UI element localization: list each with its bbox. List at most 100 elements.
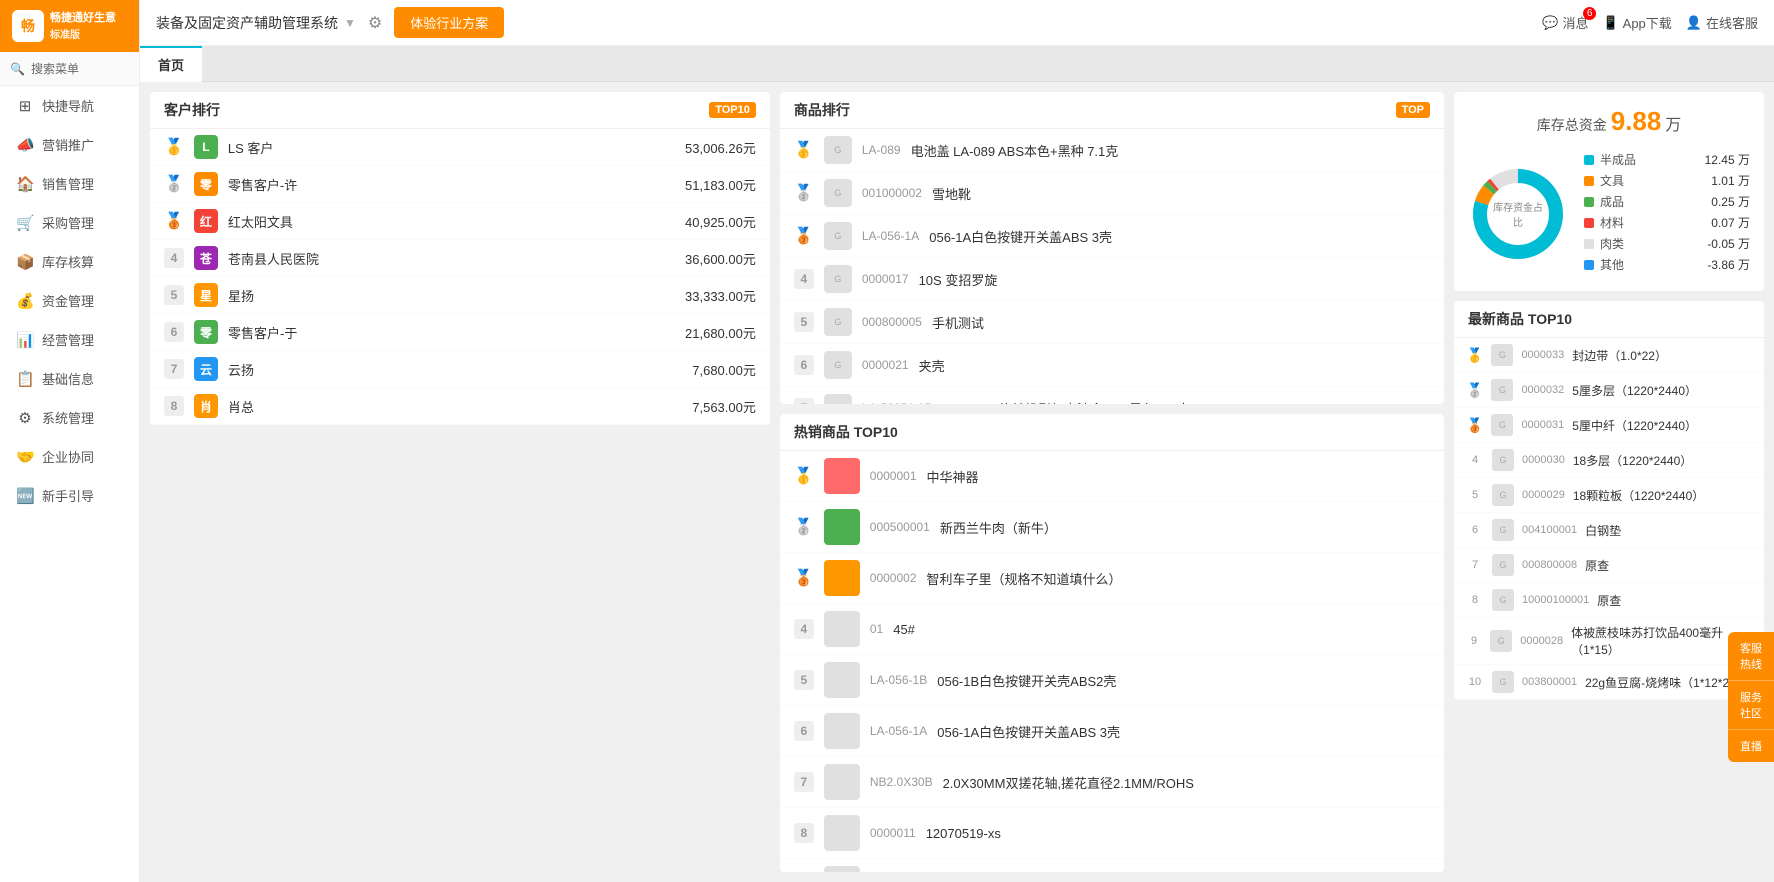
- rank-avatar: 肖: [194, 394, 218, 418]
- rank-avatar: 星: [194, 283, 218, 307]
- new-product-item: 🥈 G 0000032 5厘多层（1220*2440）: [1454, 373, 1764, 408]
- product-name: 体被蔗枝味苏打饮品400毫升（1*15）: [1571, 624, 1752, 658]
- customer-ranking-header: 客户排行 TOP10: [150, 92, 770, 129]
- customer-ranking-list: 🥇 L LS 客户 53,006.26元 🥈 零 零售客户-许: [150, 129, 770, 425]
- rank-value: 21,680.00元: [685, 323, 756, 342]
- product-name: 手机测试: [932, 313, 984, 332]
- donut-chart: 库存资金占比: [1468, 164, 1568, 264]
- search-icon: 🔍: [10, 62, 25, 76]
- customer-ranking-card: 客户排行 TOP10 🥇 L LS 客户 53,006.26元: [150, 92, 770, 425]
- legend-value: 12.45 万: [1705, 151, 1750, 168]
- sidebar-item-inventory[interactable]: 📦 库存核算: [0, 242, 139, 281]
- sidebar-item-sales[interactable]: 🏠 销售管理: [0, 164, 139, 203]
- nav-icon-quick: ⊞: [16, 97, 34, 115]
- legend-value: 1.01 万: [1711, 172, 1750, 189]
- sidebar-subtitle: 标准版: [50, 26, 116, 41]
- product-name: 18多层（1220*2440）: [1573, 452, 1692, 469]
- rank-number: 5: [164, 285, 184, 305]
- legend-item: 其他 -3.86 万: [1584, 256, 1750, 273]
- rank-name: 肖总: [228, 397, 682, 416]
- product-code: 0000030: [1522, 454, 1565, 466]
- customer-service-button[interactable]: 客服热线: [1728, 632, 1774, 681]
- search-menu[interactable]: 🔍 搜索菜单: [0, 52, 139, 86]
- rank-value: 51,183.00元: [685, 175, 756, 194]
- rank-number: 6: [1466, 524, 1484, 536]
- sidebar-item-finance[interactable]: 💰 资金管理: [0, 281, 139, 320]
- rank-value: 7,563.00元: [692, 397, 756, 416]
- product-code: 01: [870, 622, 883, 636]
- rank-number: 4: [164, 248, 184, 268]
- product-rank-item: 🥇 G LA-089 电池盖 LA-089 ABS本色+黑种 7.1克: [780, 129, 1444, 172]
- inventory-total: 库存总资金 9.88 万: [1468, 106, 1750, 137]
- logo-icon: 畅: [12, 10, 44, 42]
- rank-number: 8: [1466, 594, 1484, 606]
- settings-icon[interactable]: ⚙: [368, 13, 382, 33]
- product-code: 0000011: [870, 826, 916, 840]
- rank-name: LS 客户: [228, 138, 675, 157]
- product-name: 056-1A白色按键开关盖ABS 3壳: [937, 722, 1120, 741]
- product-image: [824, 662, 860, 698]
- trial-button[interactable]: 体验行业方案: [394, 7, 504, 38]
- rank-item: 🥉 红 红太阳文具 40,925.00元: [150, 203, 770, 240]
- product-name: 12070519-xs: [926, 826, 1001, 841]
- donut-label: 库存资金占比: [1493, 199, 1543, 229]
- product-image: G: [1490, 630, 1512, 652]
- sidebar-item-basics[interactable]: 📋 基础信息: [0, 359, 139, 398]
- sidebar-item-operations[interactable]: 📊 经营管理: [0, 320, 139, 359]
- nav-icon-marketing: 📣: [16, 136, 34, 154]
- live-broadcast-button[interactable]: 直播: [1728, 730, 1774, 762]
- product-image: [824, 611, 860, 647]
- sidebar-title: 畅捷通好生意: [50, 11, 116, 25]
- service-community-button[interactable]: 服务社区: [1728, 681, 1774, 730]
- rank-number: 6: [164, 322, 184, 342]
- product-image: [824, 713, 860, 749]
- online-service-button[interactable]: 👤 在线客服: [1686, 13, 1758, 32]
- legend-label: 肉类: [1600, 235, 1701, 252]
- product-name: 22g鱼豆腐-烧烤味（1*12*20）: [1585, 674, 1748, 691]
- product-name: 原查: [1585, 557, 1609, 574]
- rank-value: 40,925.00元: [685, 212, 756, 231]
- sidebar-item-guide[interactable]: 🆕 新手引导: [0, 476, 139, 515]
- product-image: G: [1492, 589, 1514, 611]
- rank-name: 苍南县人民医院: [228, 249, 675, 268]
- product-ranking-mid-badge: TOP: [1396, 102, 1430, 118]
- message-button[interactable]: 💬 消息 6: [1542, 13, 1588, 32]
- sidebar-item-purchase[interactable]: 🛒 采购管理: [0, 203, 139, 242]
- legend-value: 0.25 万: [1711, 193, 1750, 210]
- nav-icon-finance: 💰: [16, 292, 34, 310]
- rank-item: 🥈 零 零售客户-许 51,183.00元: [150, 166, 770, 203]
- product-name: 18颗粒板（1220*2440）: [1573, 487, 1704, 504]
- legend-label: 成品: [1600, 193, 1705, 210]
- nav-icon-guide: 🆕: [16, 487, 34, 505]
- main-area: 装备及固定资产辅助管理系统 ▼ ⚙ 体验行业方案 💬 消息 6 📱 App下载 …: [140, 0, 1774, 882]
- sidebar-item-label: 经营管理: [42, 330, 94, 349]
- product-image: [824, 560, 860, 596]
- rank-number: 5: [1466, 489, 1484, 501]
- inventory-title: 库存总资金: [1537, 117, 1607, 133]
- product-code: 10000100001: [1522, 594, 1589, 606]
- app-download-button[interactable]: 📱 App下载: [1602, 13, 1671, 32]
- sidebar-item-system[interactable]: ⚙ 系统管理: [0, 398, 139, 437]
- new-product-item: 4 G 0000030 18多层（1220*2440）: [1454, 443, 1764, 478]
- product-rank-item: 🥈 G 001000002 雪地靴: [780, 172, 1444, 215]
- hot-products-card: 热销商品 TOP10 🥇 0000001 中华神器 �: [780, 414, 1444, 872]
- rank-value: 33,333.00元: [685, 286, 756, 305]
- product-name: 新西兰牛肉（新牛）: [940, 518, 1057, 537]
- new-product-item: 🥇 G 0000033 封边带（1.0*22）: [1454, 338, 1764, 373]
- message-icon: 💬: [1542, 15, 1558, 31]
- nav-icon-basics: 📋: [16, 370, 34, 388]
- sidebar-item-quick-nav[interactable]: ⊞ 快捷导航: [0, 86, 139, 125]
- product-image: G: [824, 136, 852, 164]
- inventory-summary: 库存总资金 9.88 万: [1454, 92, 1764, 291]
- product-name: 中华神器: [927, 467, 979, 486]
- float-buttons: 客服热线 服务社区 直播: [1728, 632, 1774, 762]
- sidebar-item-cooperation[interactable]: 🤝 企业协同: [0, 437, 139, 476]
- sidebar-item-marketing[interactable]: 📣 营销推广: [0, 125, 139, 164]
- new-product-item: 8 G 10000100001 原查: [1454, 583, 1764, 618]
- tab-home[interactable]: 首页: [140, 46, 202, 82]
- sidebar-nav: ⊞ 快捷导航 📣 营销推广 🏠 销售管理 🛒 采购管理 📦 库存核算 💰 资金管…: [0, 86, 139, 882]
- new-product-item: 7 G 000800008 原查: [1454, 548, 1764, 583]
- product-code: LA-59651-1B: [862, 401, 933, 404]
- product-code: 0000033: [1521, 349, 1564, 361]
- customer-ranking-title: 客户排行: [164, 100, 220, 120]
